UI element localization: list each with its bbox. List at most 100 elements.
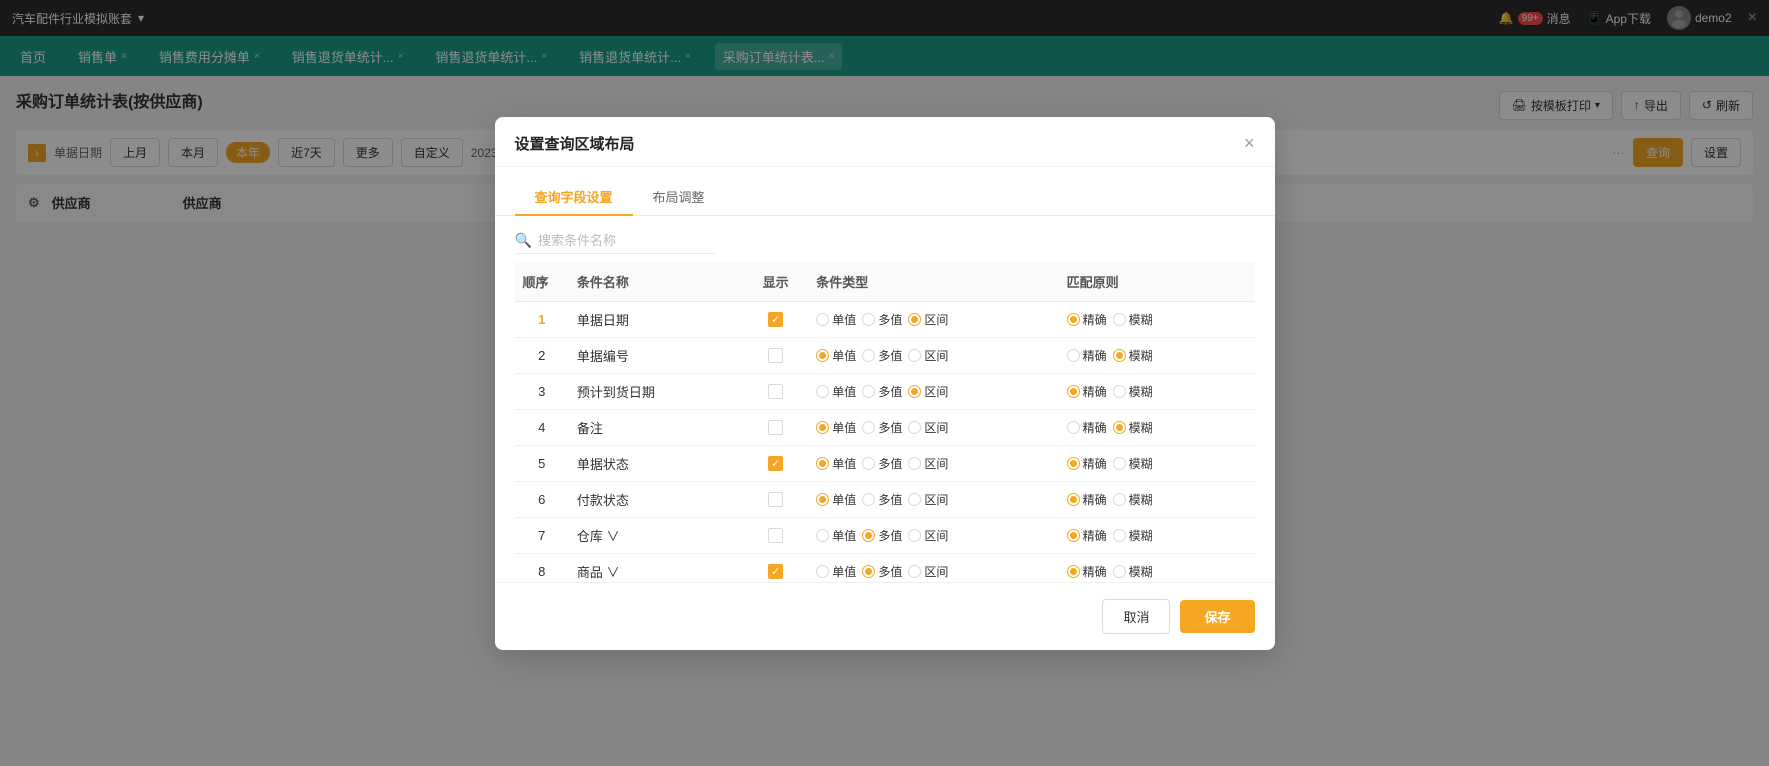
modal-tab-layout[interactable]: 布局调整 (633, 179, 725, 216)
display-checkbox[interactable] (768, 348, 783, 363)
display-checkbox[interactable] (768, 456, 783, 471)
range-radio-btn[interactable] (908, 529, 921, 542)
range-radio-btn[interactable] (908, 313, 921, 326)
type-multi-radio[interactable]: 多值 (862, 347, 902, 364)
rule-fuzzy-radio[interactable]: 模糊 (1113, 311, 1153, 328)
rule-precise-radio[interactable]: 精确 (1067, 491, 1107, 508)
display-checkbox[interactable] (768, 384, 783, 399)
search-input[interactable] (538, 233, 688, 248)
single-radio-btn[interactable] (816, 493, 829, 506)
table-row: 7仓库 ∨单值多值区间精确模糊 (515, 517, 1255, 553)
type-single-radio[interactable]: 单值 (816, 383, 856, 400)
type-range-radio[interactable]: 区间 (908, 419, 948, 436)
multi-radio-btn[interactable] (862, 457, 875, 470)
single-radio-btn[interactable] (816, 529, 829, 542)
type-range-radio[interactable]: 区间 (908, 347, 948, 364)
display-checkbox[interactable] (768, 564, 783, 579)
multi-radio-btn[interactable] (862, 565, 875, 578)
precise-radio-btn[interactable] (1067, 421, 1080, 434)
precise-radio-btn[interactable] (1067, 457, 1080, 470)
rule-precise-radio[interactable]: 精确 (1067, 383, 1107, 400)
type-range-radio[interactable]: 区间 (908, 311, 948, 328)
display-checkbox[interactable] (768, 420, 783, 435)
type-multi-radio[interactable]: 多值 (862, 311, 902, 328)
rule-fuzzy-radio[interactable]: 模糊 (1113, 455, 1153, 472)
rule-fuzzy-radio[interactable]: 模糊 (1113, 419, 1153, 436)
fuzzy-radio-btn[interactable] (1113, 457, 1126, 470)
single-radio-btn[interactable] (816, 421, 829, 434)
modal-tab-query-fields[interactable]: 查询字段设置 (515, 179, 633, 216)
type-single-radio[interactable]: 单值 (816, 563, 856, 580)
multi-radio-btn[interactable] (862, 529, 875, 542)
multi-radio-btn[interactable] (862, 421, 875, 434)
row-type-cell: 单值多值区间 (808, 553, 1058, 582)
range-radio-btn[interactable] (908, 457, 921, 470)
multi-radio-btn[interactable] (862, 493, 875, 506)
range-radio-btn[interactable] (908, 385, 921, 398)
type-single-radio[interactable]: 单值 (816, 347, 856, 364)
row-display-cell (743, 517, 808, 553)
single-radio-btn[interactable] (816, 385, 829, 398)
rule-precise-radio[interactable]: 精确 (1067, 455, 1107, 472)
fuzzy-radio-btn[interactable] (1113, 385, 1126, 398)
rule-precise-radio[interactable]: 精确 (1067, 563, 1107, 580)
precise-radio-btn[interactable] (1067, 349, 1080, 362)
rule-precise-radio[interactable]: 精确 (1067, 527, 1107, 544)
rule-fuzzy-radio[interactable]: 模糊 (1113, 527, 1153, 544)
row-rule-cell: 精确模糊 (1059, 553, 1255, 582)
type-range-radio[interactable]: 区间 (908, 563, 948, 580)
rule-fuzzy-radio[interactable]: 模糊 (1113, 491, 1153, 508)
type-single-radio[interactable]: 单值 (816, 311, 856, 328)
fuzzy-radio-btn[interactable] (1113, 349, 1126, 362)
rule-fuzzy-radio[interactable]: 模糊 (1113, 563, 1153, 580)
multi-radio-btn[interactable] (862, 349, 875, 362)
type-multi-radio[interactable]: 多值 (862, 563, 902, 580)
rule-precise-radio[interactable]: 精确 (1067, 347, 1107, 364)
fuzzy-radio-btn[interactable] (1113, 529, 1126, 542)
type-single-radio[interactable]: 单值 (816, 455, 856, 472)
fuzzy-radio-btn[interactable] (1113, 313, 1126, 326)
type-range-radio[interactable]: 区间 (908, 383, 948, 400)
rule-precise-radio[interactable]: 精确 (1067, 311, 1107, 328)
fuzzy-radio-btn[interactable] (1113, 565, 1126, 578)
precise-radio-btn[interactable] (1067, 493, 1080, 506)
rule-fuzzy-radio[interactable]: 模糊 (1113, 383, 1153, 400)
type-multi-radio[interactable]: 多值 (862, 527, 902, 544)
range-radio-btn[interactable] (908, 349, 921, 362)
type-multi-radio[interactable]: 多值 (862, 455, 902, 472)
cancel-button[interactable]: 取消 (1102, 599, 1170, 634)
single-radio-btn[interactable] (816, 565, 829, 578)
row-name: 仓库 ∨ (569, 517, 743, 553)
fuzzy-radio-btn[interactable] (1113, 493, 1126, 506)
range-radio-btn[interactable] (908, 421, 921, 434)
precise-radio-btn[interactable] (1067, 313, 1080, 326)
display-checkbox[interactable] (768, 492, 783, 507)
rule-precise-radio[interactable]: 精确 (1067, 419, 1107, 436)
type-single-radio[interactable]: 单值 (816, 419, 856, 436)
display-checkbox[interactable] (768, 312, 783, 327)
modal-close-button[interactable]: × (1244, 133, 1255, 154)
type-multi-radio[interactable]: 多值 (862, 491, 902, 508)
type-multi-radio[interactable]: 多值 (862, 419, 902, 436)
multi-radio-btn[interactable] (862, 313, 875, 326)
single-radio-btn[interactable] (816, 349, 829, 362)
range-radio-btn[interactable] (908, 565, 921, 578)
type-range-radio[interactable]: 区间 (908, 527, 948, 544)
range-radio-btn[interactable] (908, 493, 921, 506)
multi-radio-btn[interactable] (862, 385, 875, 398)
precise-radio-btn[interactable] (1067, 565, 1080, 578)
type-single-radio[interactable]: 单值 (816, 527, 856, 544)
precise-radio-btn[interactable] (1067, 385, 1080, 398)
type-range-radio[interactable]: 区间 (908, 491, 948, 508)
single-radio-btn[interactable] (816, 313, 829, 326)
save-label: 保存 (1204, 610, 1230, 625)
single-radio-btn[interactable] (816, 457, 829, 470)
type-range-radio[interactable]: 区间 (908, 455, 948, 472)
type-single-radio[interactable]: 单值 (816, 491, 856, 508)
fuzzy-radio-btn[interactable] (1113, 421, 1126, 434)
save-button[interactable]: 保存 (1180, 600, 1254, 633)
rule-fuzzy-radio[interactable]: 模糊 (1113, 347, 1153, 364)
type-multi-radio[interactable]: 多值 (862, 383, 902, 400)
display-checkbox[interactable] (768, 528, 783, 543)
precise-radio-btn[interactable] (1067, 529, 1080, 542)
